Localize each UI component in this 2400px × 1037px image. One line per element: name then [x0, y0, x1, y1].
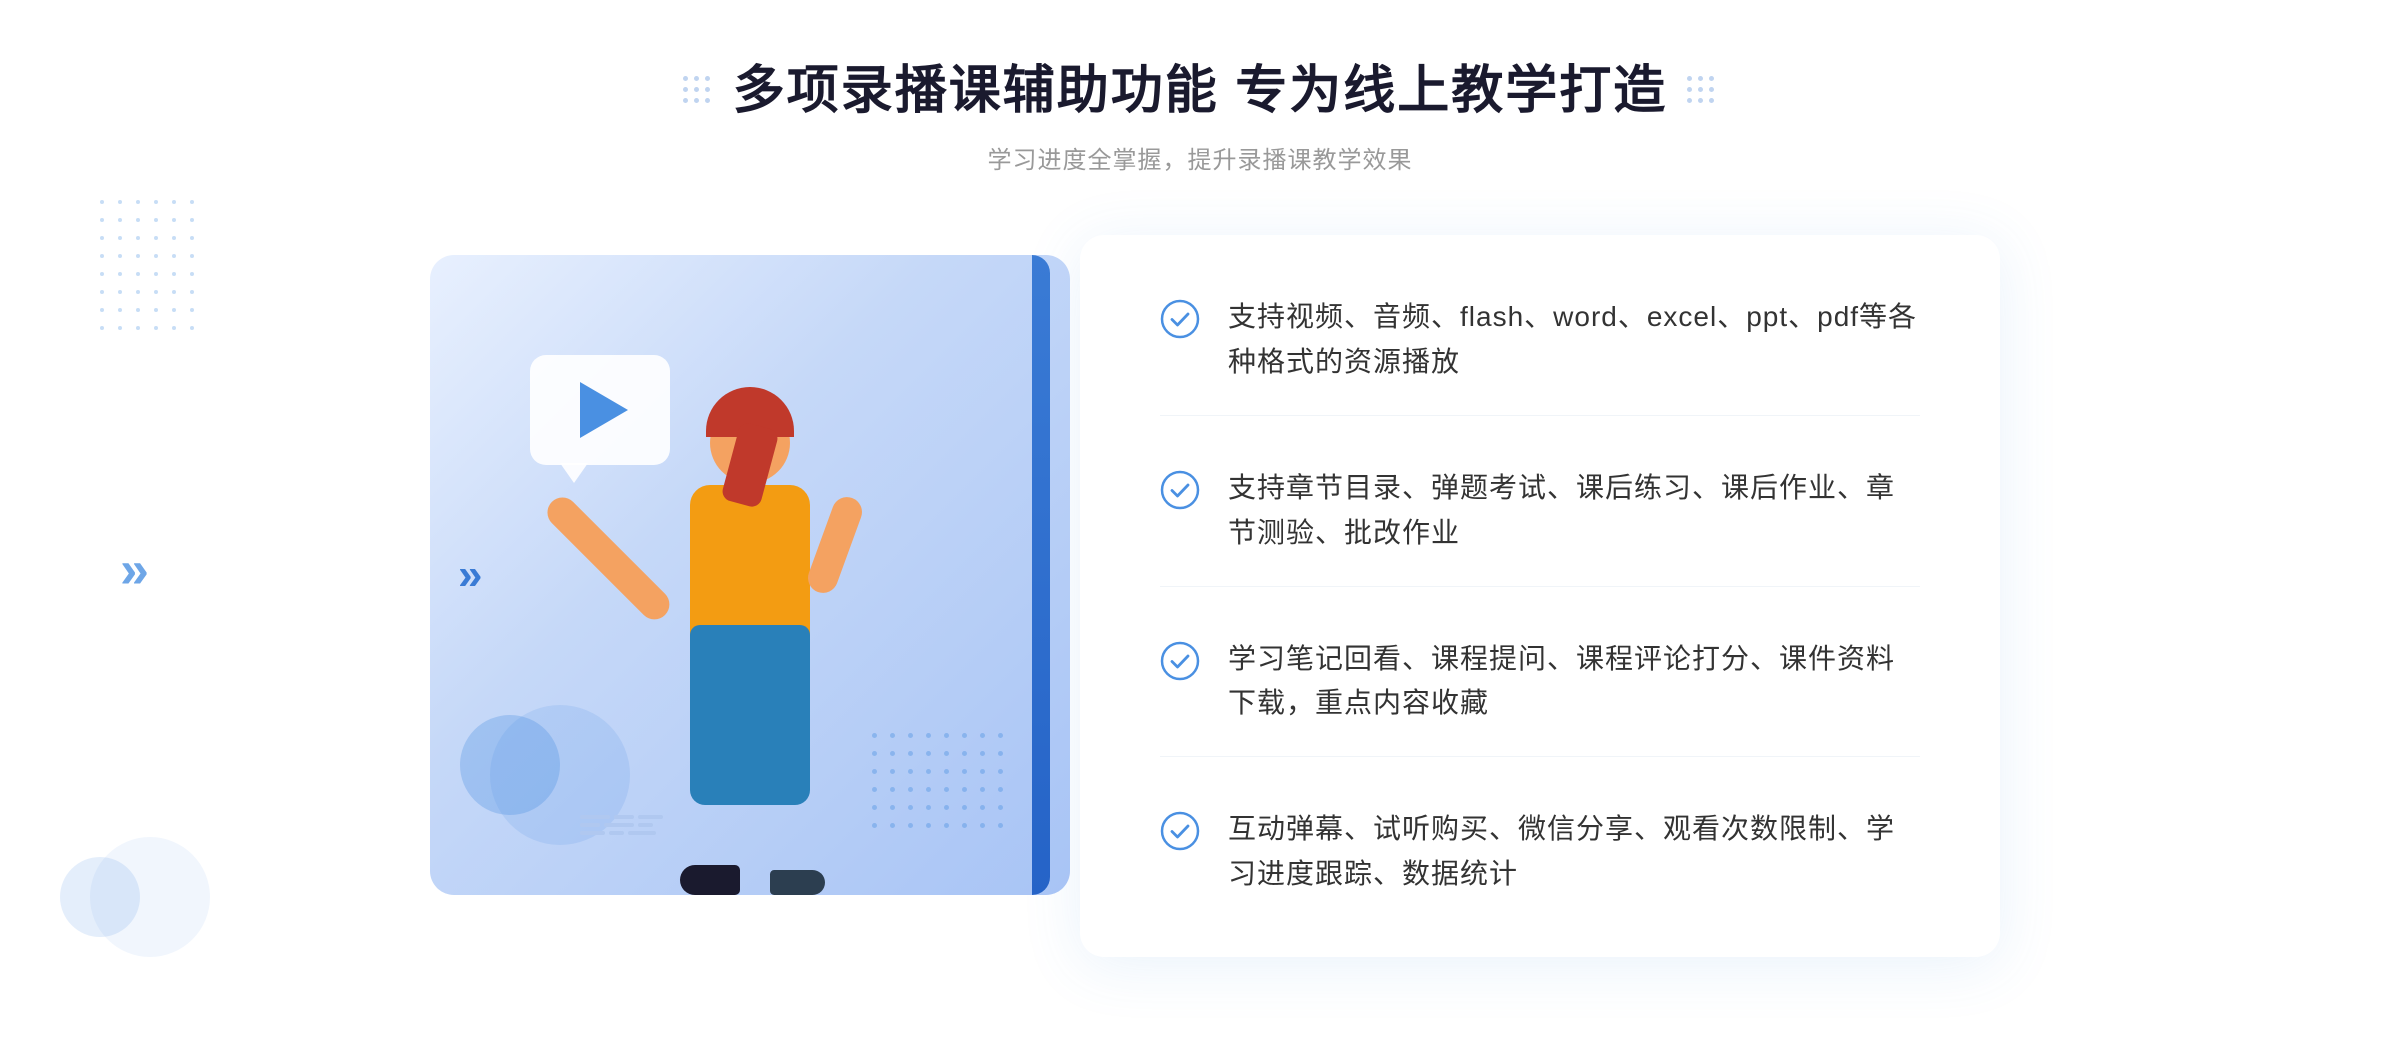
deco-circle-outer-2 — [90, 837, 210, 957]
subtitle: 学习进度全掌握，提升录播课教学效果 — [987, 140, 1412, 175]
person-shoe-left — [680, 865, 740, 895]
person-pants — [690, 625, 810, 805]
inner-chevron: » — [458, 553, 482, 597]
check-icon-3 — [1160, 641, 1200, 681]
title-row: 多项录播课辅助功能 专为线上教学打造 — [683, 60, 1717, 122]
feature-text-3: 学习笔记回看、课程提问、课程评论打分、课件资料下载，重点内容收藏 — [1228, 637, 1920, 727]
illustration-wrapper: » — [400, 235, 1050, 956]
feature-item-1: 支持视频、音频、flash、word、excel、ppt、pdf等各种格式的资源… — [1160, 295, 1920, 416]
check-icon-1 — [1160, 299, 1200, 339]
deco-circle-small — [460, 715, 560, 815]
check-icon-4 — [1160, 811, 1200, 851]
check-icon-2 — [1160, 470, 1200, 510]
feature-text-1: 支持视频、音频、flash、word、excel、ppt、pdf等各种格式的资源… — [1228, 295, 1920, 385]
feature-item-4: 互动弹幕、试听购买、微信分享、观看次数限制、学习进度跟踪、数据统计 — [1160, 777, 1920, 897]
content-section: » — [400, 235, 2000, 956]
feature-text-2: 支持章节目录、弹题考试、课后练习、课后作业、章节测验、批改作业 — [1228, 466, 1920, 556]
person-shoe-right — [770, 870, 825, 895]
deco-lines — [580, 815, 663, 839]
main-title: 多项录播课辅助功能 专为线上教学打造 — [733, 60, 1667, 122]
page-wrapper: 多项录播课辅助功能 专为线上教学打造 学习进度全掌握，提升录播课教学效果 — [0, 0, 2400, 1037]
person-arm-right — [804, 493, 866, 597]
illustration-bg: » — [430, 255, 1070, 895]
feature-item-3: 学习笔记回看、课程提问、课程评论打分、课件资料下载，重点内容收藏 — [1160, 607, 1920, 758]
person-body — [690, 485, 810, 645]
outer-left-chevron: » — [120, 540, 149, 600]
header-section: 多项录播课辅助功能 专为线上教学打造 学习进度全掌握，提升录播课教学效果 — [683, 60, 1717, 175]
feature-item-2: 支持章节目录、弹题考试、课后练习、课后作业、章节测验、批改作业 — [1160, 436, 1920, 587]
feature-text-4: 互动弹幕、试听购买、微信分享、观看次数限制、学习进度跟踪、数据统计 — [1228, 807, 1920, 897]
bg-dots-left — [100, 200, 200, 336]
blue-accent-bar — [1032, 255, 1050, 895]
right-decorative-dots — [1687, 76, 1717, 106]
features-panel: 支持视频、音频、flash、word、excel、ppt、pdf等各种格式的资源… — [1080, 235, 2000, 956]
left-decorative-dots — [683, 76, 713, 106]
person-arm-left — [541, 492, 675, 626]
